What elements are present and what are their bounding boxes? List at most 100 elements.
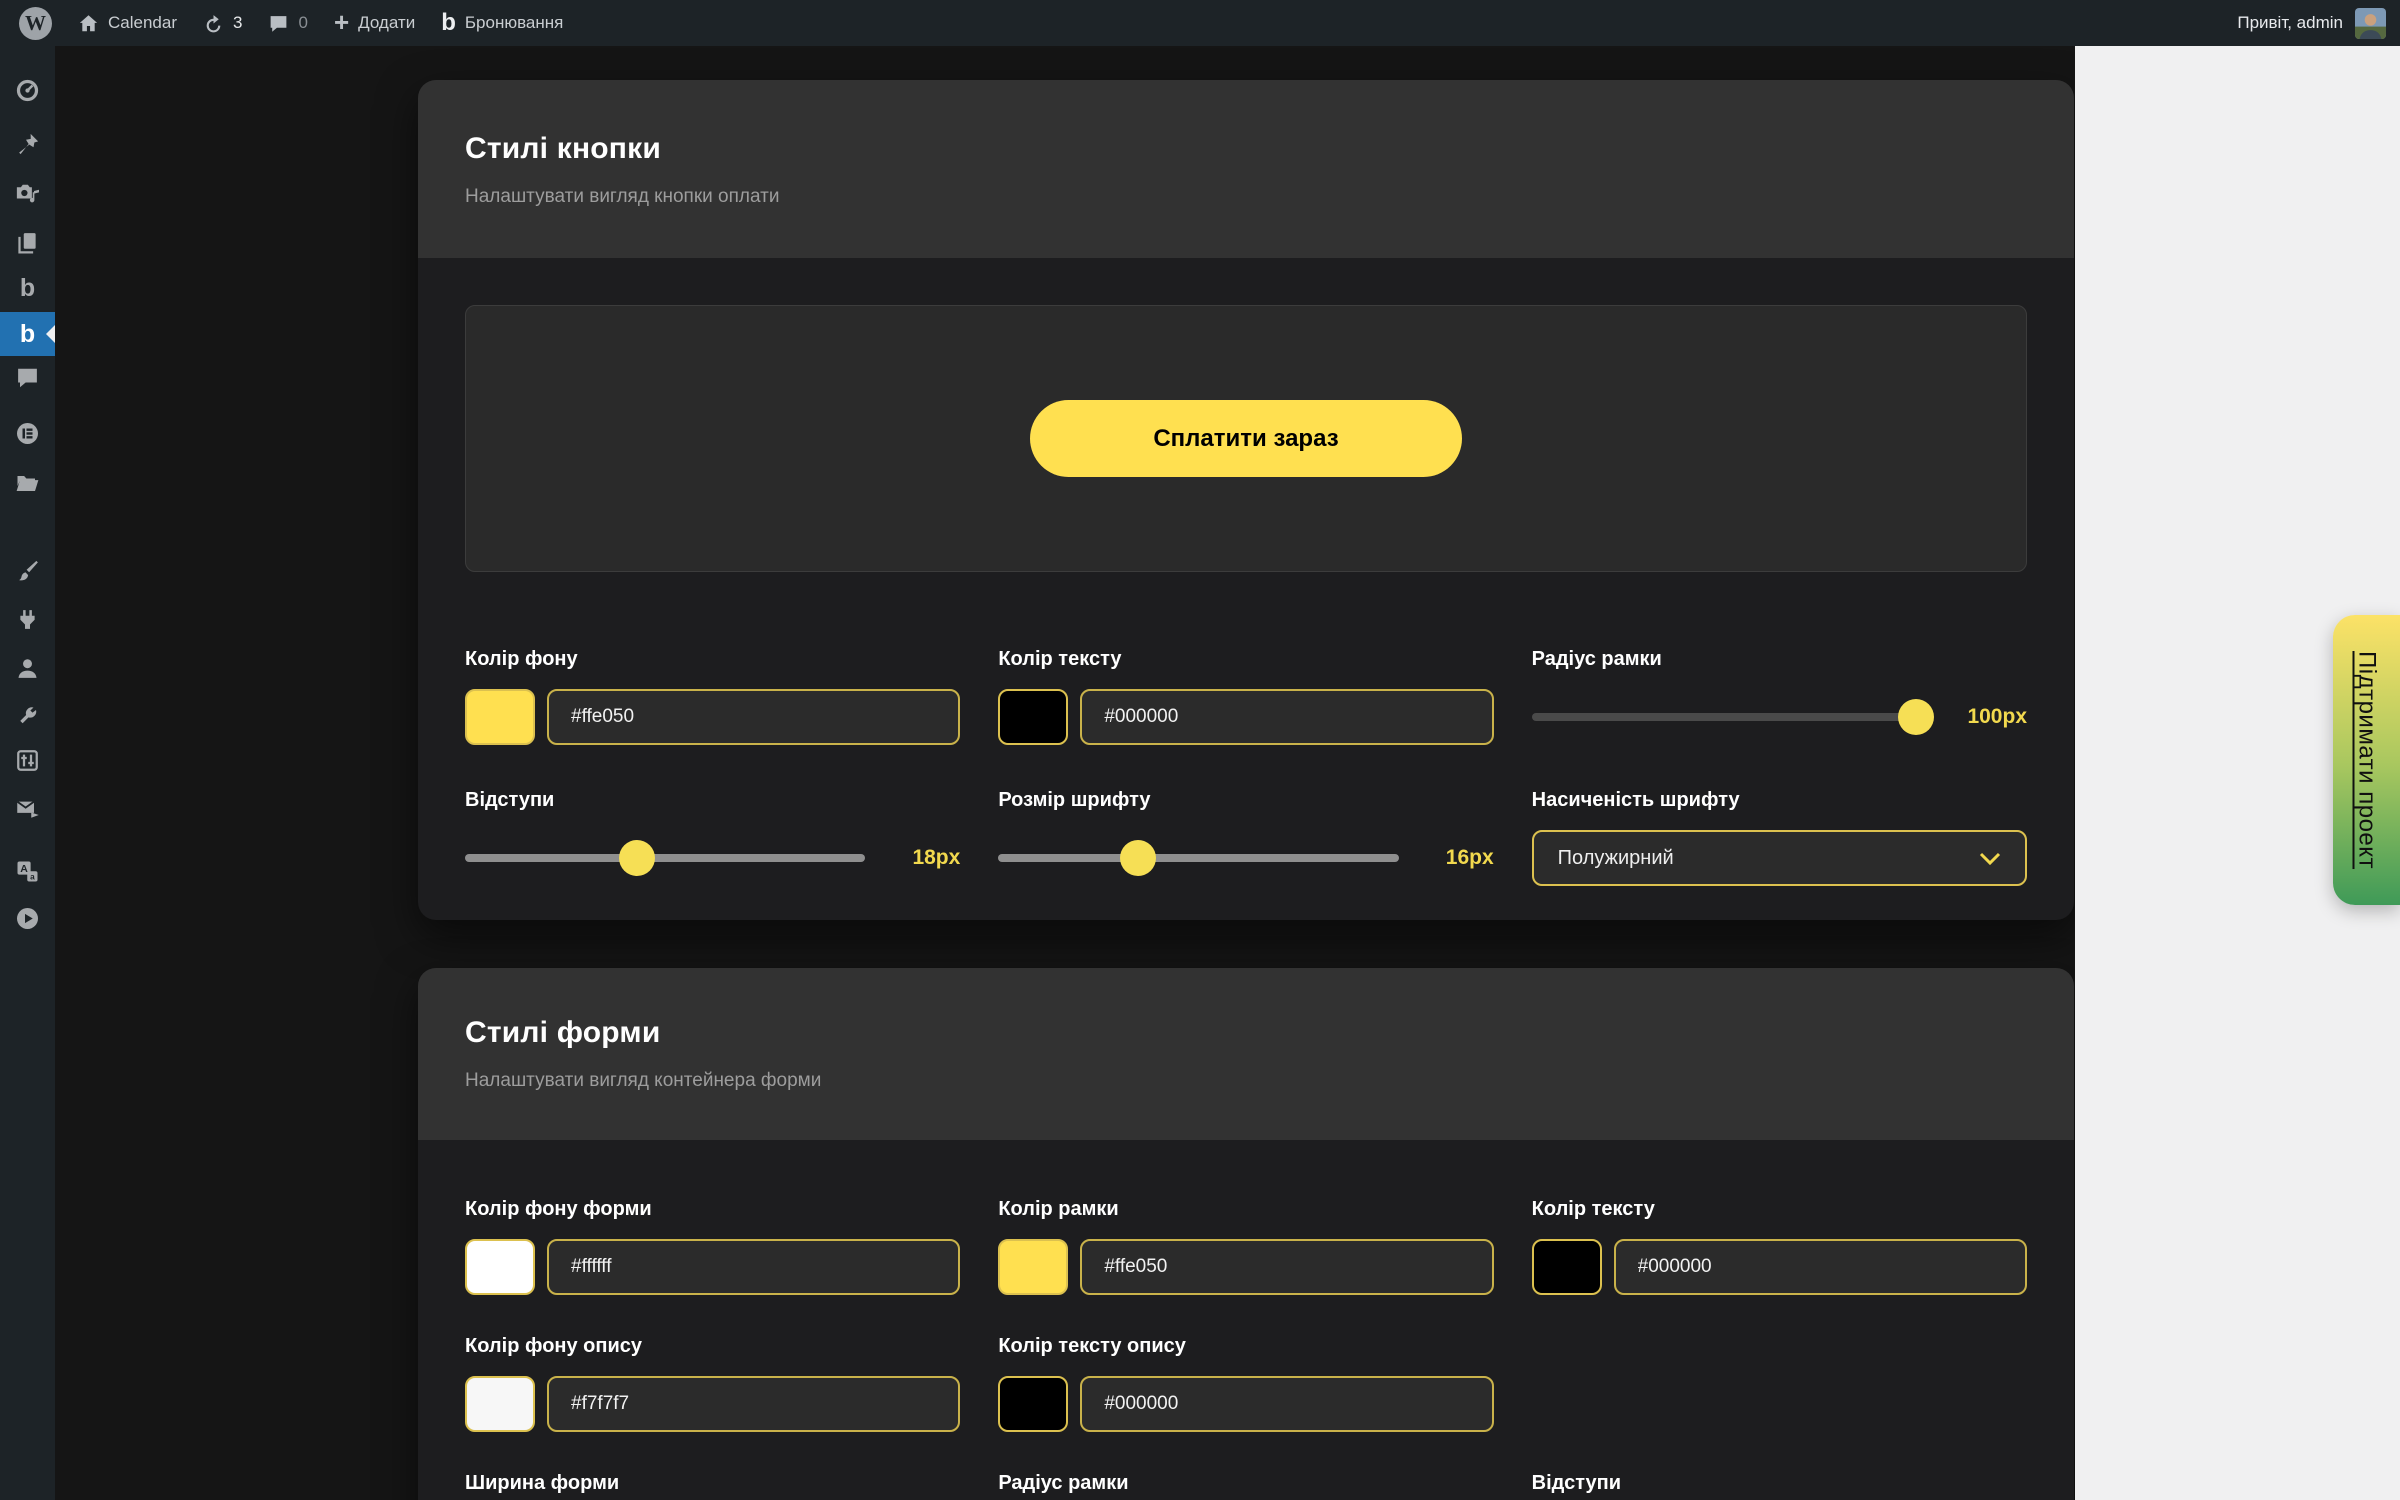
account-menu[interactable]: Привіт, admin [2237, 8, 2400, 39]
sidebar-item-video[interactable] [0, 896, 55, 940]
button-fields-row-1: Колір фону Колір тексту [465, 648, 2027, 745]
card-subtitle: Налаштувати вигляд контейнера форми [465, 1070, 2027, 1092]
field-label: Колір фону форми [465, 1198, 960, 1221]
field-label: Колір тексту [1532, 1198, 2027, 1221]
button-preview-area: Сплатити зараз [465, 305, 2027, 572]
form-text-input[interactable] [1614, 1239, 2027, 1295]
form-padding-label: Відступи [1532, 1472, 2027, 1495]
update-icon [203, 13, 224, 34]
desc-bg-swatch[interactable] [465, 1376, 535, 1432]
form-bg-swatch[interactable] [465, 1239, 535, 1295]
sidebar-item-templates[interactable] [0, 461, 55, 505]
plug-icon [15, 607, 40, 632]
field-label: Колір тексту опису [998, 1335, 1493, 1358]
form-fields-row-3: Ширина форми Радіус рамки Відступи [465, 1472, 2027, 1495]
sidebar-item-translate[interactable]: Aa [0, 849, 55, 893]
form-radius-label: Радіус рамки [998, 1472, 1493, 1495]
comments-count: 0 [298, 13, 307, 33]
desc-text-input[interactable] [1080, 1376, 1493, 1432]
updates-menu[interactable]: 3 [190, 0, 255, 46]
padding-value: 18px [865, 846, 960, 870]
sidebar-item-booking-settings[interactable]: b [0, 312, 55, 356]
play-icon [15, 906, 40, 931]
button-styles-header: Стилі кнопки Налаштувати вигляд кнопки о… [418, 80, 2074, 258]
font-weight-select[interactable]: Полужирний [1532, 830, 2027, 886]
wrench-icon [15, 703, 40, 728]
sidebar-item-pages[interactable] [0, 220, 55, 264]
font-size-value: 16px [1399, 846, 1494, 870]
form-text-swatch[interactable] [1532, 1239, 1602, 1295]
sidebar-item-dashboard[interactable] [0, 68, 55, 112]
new-content-menu[interactable]: + Додати [321, 0, 428, 46]
wp-logo-menu[interactable]: W [0, 0, 65, 46]
sidebar-item-elementor[interactable] [0, 411, 55, 455]
field-empty [1532, 1335, 2027, 1432]
form-styles-card: Стилі форми Налаштувати вигляд контейнер… [418, 968, 2074, 1500]
field-padding: Відступи 18px [465, 789, 960, 886]
form-styles-body: Колір фону форми Колір рамки [418, 1198, 2074, 1495]
sidebar-item-appearance[interactable] [0, 549, 55, 593]
svg-text:A: A [20, 863, 28, 875]
sidebar-item-users[interactable] [0, 646, 55, 690]
plugin-settings-panel: Стилі кнопки Налаштувати вигляд кнопки о… [55, 46, 2075, 1500]
button-styles-card: Стилі кнопки Налаштувати вигляд кнопки о… [418, 80, 2074, 920]
pay-now-preview-button[interactable]: Сплатити зараз [1030, 400, 1462, 477]
field-label: Колір фону [465, 648, 960, 671]
field-form-border-color: Колір рамки [998, 1198, 1493, 1295]
site-name: Calendar [108, 13, 177, 33]
font-size-slider[interactable] [998, 854, 1398, 862]
card-subtitle: Налаштувати вигляд кнопки оплати [465, 186, 2027, 208]
border-radius-slider[interactable] [1532, 713, 1932, 721]
sidebar-item-posts[interactable] [0, 122, 55, 166]
form-border-swatch[interactable] [998, 1239, 1068, 1295]
desc-bg-input[interactable] [547, 1376, 960, 1432]
border-radius-value: 100px [1932, 705, 2027, 729]
b-logo-active-icon: b [20, 322, 35, 347]
booking-menu[interactable]: b Бронювання [428, 0, 576, 46]
field-desc-text-color: Колір тексту опису [998, 1335, 1493, 1432]
comment-icon [15, 365, 40, 390]
gauge-icon [15, 78, 40, 103]
field-desc-bg-color: Колір фону опису [465, 1335, 960, 1432]
field-form-bg-color: Колір фону форми [465, 1198, 960, 1295]
slider-thumb[interactable] [619, 840, 655, 876]
b-logo-icon: b [20, 276, 35, 301]
sidebar-item-media[interactable] [0, 171, 55, 215]
sidebar-item-booking[interactable]: b [0, 266, 55, 310]
updates-count: 3 [233, 13, 242, 33]
card-title: Стилі кнопки [465, 132, 2027, 166]
chevron-down-icon [1979, 852, 2001, 865]
user-icon [15, 656, 40, 681]
form-width-label: Ширина форми [465, 1472, 960, 1495]
user-avatar [2355, 8, 2386, 39]
comments-menu[interactable]: 0 [255, 0, 320, 46]
desc-text-swatch[interactable] [998, 1376, 1068, 1432]
bg-color-input[interactable] [547, 689, 960, 745]
sidebar-item-plugins[interactable] [0, 597, 55, 641]
text-color-input[interactable] [1080, 689, 1493, 745]
svg-text:a: a [30, 872, 35, 881]
home-icon [78, 13, 99, 34]
active-menu-arrow [46, 325, 55, 343]
field-label: Колір фону опису [465, 1335, 960, 1358]
form-border-input[interactable] [1080, 1239, 1493, 1295]
field-label: Колір тексту [998, 648, 1493, 671]
field-label: Колір рамки [998, 1198, 1493, 1221]
booking-label: Бронювання [465, 13, 563, 33]
text-color-swatch[interactable] [998, 689, 1068, 745]
slider-thumb[interactable] [1120, 840, 1156, 876]
padding-slider[interactable] [465, 854, 865, 862]
site-name-menu[interactable]: Calendar [65, 0, 190, 46]
field-bg-color: Колір фону [465, 648, 960, 745]
support-project-tab[interactable]: Підтримати проект [2333, 615, 2400, 905]
elementor-icon [15, 421, 40, 446]
sidebar-item-tools[interactable] [0, 693, 55, 737]
sidebar-item-settings[interactable] [0, 738, 55, 782]
slider-thumb[interactable] [1898, 699, 1934, 735]
booking-logo-icon: b [441, 11, 456, 35]
paintbrush-icon [15, 559, 40, 584]
sidebar-item-mail[interactable] [0, 786, 55, 830]
form-bg-input[interactable] [547, 1239, 960, 1295]
sidebar-item-comments[interactable] [0, 355, 55, 399]
bg-color-swatch[interactable] [465, 689, 535, 745]
